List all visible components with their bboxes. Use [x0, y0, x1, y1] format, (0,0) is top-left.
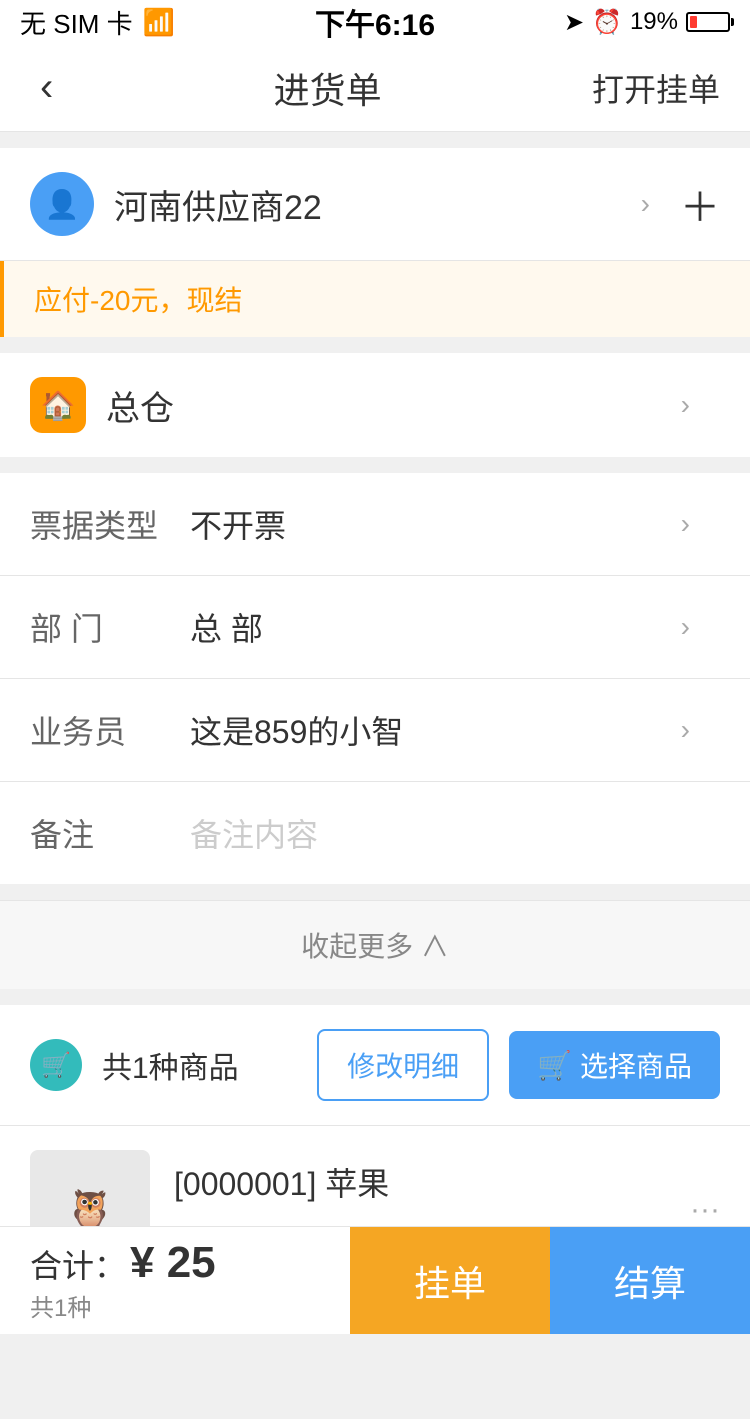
- supplier-section: 👤 河南供应商22 › ＋ 应付-20元，现结: [0, 148, 750, 337]
- dept-label: 部 门: [30, 604, 170, 650]
- more-options-icon[interactable]: ···: [690, 1193, 720, 1227]
- supplier-avatar: 👤: [30, 172, 94, 236]
- warehouse-name: 总仓: [106, 381, 681, 430]
- select-products-button[interactable]: 🛒 选择商品: [509, 1031, 720, 1099]
- chevron-right-icon: ›: [641, 188, 650, 220]
- warehouse-icon: 🏠: [30, 377, 86, 433]
- products-count: 共1种商品: [102, 1043, 297, 1087]
- form-section: 票据类型 不开票 › 部 门 总 部 › 业务员 这是859的小智 › 备注 备…: [0, 473, 750, 884]
- chevron-right-icon-5: ›: [681, 714, 690, 746]
- chevron-right-icon-2: ›: [681, 389, 690, 421]
- ticket-type-row[interactable]: 票据类型 不开票 ›: [0, 473, 750, 576]
- note-row[interactable]: 备注 备注内容: [0, 782, 750, 884]
- supplier-name: 河南供应商22: [114, 180, 641, 229]
- chevron-right-icon-4: ›: [681, 611, 690, 643]
- total-amount: ¥ 25: [130, 1238, 216, 1288]
- bottom-bar: 合计： ¥ 25 共1种 挂单 结算: [0, 1226, 750, 1334]
- hang-order-button[interactable]: 挂单: [350, 1227, 550, 1334]
- add-button[interactable]: ＋: [680, 175, 720, 233]
- total-label: 合计：: [30, 1241, 126, 1287]
- total-section: 合计： ¥ 25 共1种: [0, 1227, 350, 1334]
- carrier-text: 无 SIM 卡: [20, 4, 133, 41]
- dept-value: 总 部: [170, 604, 681, 650]
- status-right: ➤ ⏰ 19%: [564, 8, 730, 37]
- edit-details-button[interactable]: 修改明细: [317, 1029, 489, 1101]
- status-left: 无 SIM 卡 📶: [20, 4, 175, 41]
- warehouse-row[interactable]: 🏠 总仓 ›: [0, 353, 750, 457]
- salesperson-value: 这是859的小智: [170, 707, 681, 753]
- note-value[interactable]: 备注内容: [170, 810, 720, 856]
- products-icon: 🛒: [30, 1039, 82, 1091]
- ticket-type-label: 票据类型: [30, 501, 170, 547]
- select-products-label: 选择商品: [580, 1045, 692, 1085]
- page-title: 进货单: [274, 62, 382, 114]
- open-pending-button[interactable]: 打开挂单: [592, 65, 720, 111]
- battery-text: 19%: [630, 8, 678, 36]
- battery-icon: [686, 12, 730, 32]
- checkout-button[interactable]: 结算: [550, 1227, 750, 1334]
- product-name: [0000001] 苹果: [174, 1159, 666, 1205]
- cart-icon: 🛒: [537, 1049, 572, 1082]
- dept-row[interactable]: 部 门 总 部 ›: [0, 576, 750, 679]
- total-sub: 共1种: [30, 1288, 320, 1323]
- supplier-alert: 应付-20元，现结: [0, 261, 750, 337]
- note-label: 备注: [30, 810, 170, 856]
- back-button[interactable]: ‹: [30, 55, 63, 120]
- avatar-icon: 👤: [45, 188, 80, 221]
- collapse-button[interactable]: 收起更多 ∧: [0, 900, 750, 989]
- salesperson-label: 业务员: [30, 707, 170, 753]
- supplier-row[interactable]: 👤 河南供应商22 › ＋: [0, 148, 750, 261]
- wifi-icon: 📶: [143, 7, 175, 38]
- collapse-label: 收起更多 ∧: [301, 925, 449, 965]
- chevron-right-icon-3: ›: [681, 508, 690, 540]
- nav-bar: ‹ 进货单 打开挂单: [0, 44, 750, 132]
- location-icon: ➤: [564, 8, 584, 37]
- status-time: 下午6:16: [315, 0, 435, 44]
- alarm-icon: ⏰: [592, 8, 622, 37]
- status-bar: 无 SIM 卡 📶 下午6:16 ➤ ⏰ 19%: [0, 0, 750, 44]
- warehouse-section: 🏠 总仓 ›: [0, 353, 750, 457]
- ticket-type-value: 不开票: [170, 501, 681, 547]
- products-header: 🛒 共1种商品 修改明细 🛒 选择商品: [0, 1005, 750, 1126]
- product-sku: [0000001]: [174, 1166, 316, 1202]
- salesperson-row[interactable]: 业务员 这是859的小智 ›: [0, 679, 750, 782]
- product-title: 苹果: [325, 1166, 389, 1202]
